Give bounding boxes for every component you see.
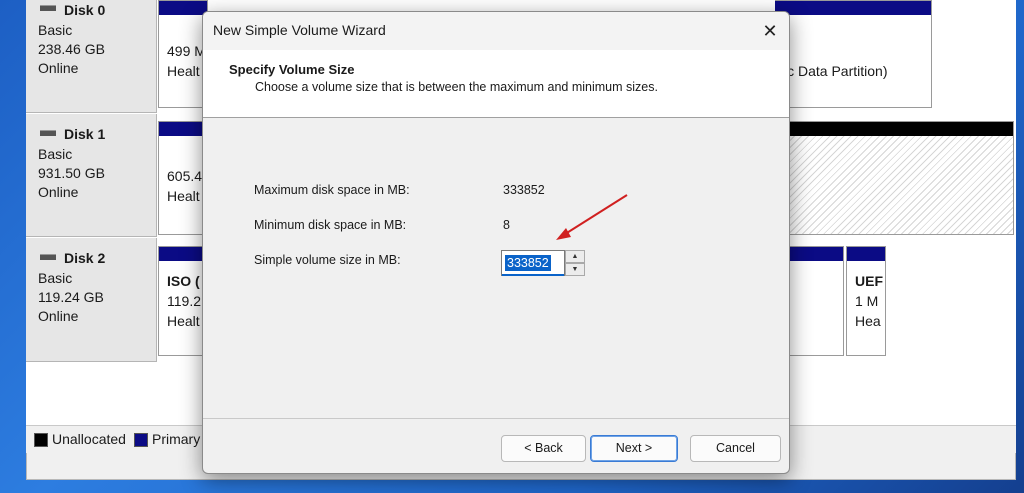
dialog-title-bar[interactable]: New Simple Volume Wizard ✕	[203, 12, 789, 50]
partition-title: UEF	[855, 273, 883, 289]
partition-status: Healt	[167, 313, 200, 329]
disk-name: Disk 0	[64, 2, 106, 18]
min-space-label: Minimum disk space in MB:	[254, 218, 407, 232]
min-space-value: 8	[503, 218, 510, 232]
disk-icon	[40, 130, 56, 136]
disk-icon	[40, 254, 56, 260]
disk-size: 238.46 GB	[38, 41, 105, 57]
disk-type: Basic	[38, 270, 73, 286]
primary-partition-bar	[159, 122, 207, 136]
primary-partition-bar	[788, 247, 843, 261]
partition-status: sic Data Partition)	[777, 63, 888, 79]
legend-unallocated: Unallocated	[52, 431, 126, 447]
spin-down-button[interactable]: ▼	[565, 263, 585, 276]
partition-title: ISO (	[167, 273, 200, 289]
disk-type: Basic	[38, 146, 73, 162]
disk-type: Basic	[38, 22, 73, 38]
partition-size: 1 M	[855, 293, 879, 309]
cancel-button[interactable]: Cancel	[690, 435, 781, 462]
primary-partition-bar	[159, 247, 207, 261]
max-space-value: 333852	[503, 183, 545, 197]
disk-1-partition-1[interactable]: 605.4 Healt	[158, 121, 208, 235]
back-button[interactable]: < Back	[501, 435, 586, 462]
wizard-header: Specify Volume Size Choose a volume size…	[203, 50, 789, 118]
disk-2-partition-2[interactable]	[788, 246, 844, 356]
disk-0-label[interactable]: Disk 0 Basic 238.46 GB Online	[26, 0, 157, 113]
disk-size: 119.24 GB	[38, 289, 104, 305]
disk-status: Online	[38, 308, 79, 324]
disk-status: Online	[38, 184, 79, 200]
page-title: Specify Volume Size	[229, 62, 355, 77]
close-icon[interactable]: ✕	[757, 18, 783, 44]
legend-primary: Primary	[152, 431, 201, 447]
volume-size-value: 333852	[505, 255, 551, 271]
disk-0-partition-3[interactable]: sic Data Partition)	[775, 0, 932, 108]
next-button[interactable]: Next >	[590, 435, 678, 462]
partition-size: 605.4	[167, 168, 203, 184]
disk-2-partition-3[interactable]: UEF 1 M Hea	[846, 246, 886, 356]
new-simple-volume-wizard-dialog: New Simple Volume Wizard ✕ Specify Volum…	[202, 11, 790, 474]
focus-underline	[502, 274, 564, 276]
disk-name: Disk 1	[64, 126, 106, 142]
disk-name: Disk 2	[64, 250, 106, 266]
partition-status: Healt	[167, 188, 200, 204]
primary-partition-bar	[775, 1, 931, 15]
disk-status: Online	[38, 60, 79, 76]
disk-size: 931.50 GB	[38, 165, 105, 181]
spin-up-button[interactable]: ▲	[565, 250, 585, 263]
unallocated-bar	[788, 122, 1013, 136]
volume-size-label: Simple volume size in MB:	[254, 253, 401, 267]
disk-1-unallocated[interactable]	[788, 121, 1014, 235]
primary-swatch	[134, 433, 148, 447]
max-space-label: Maximum disk space in MB:	[254, 183, 410, 197]
disk-icon	[40, 5, 56, 11]
primary-partition-bar	[159, 1, 207, 15]
primary-partition-bar	[847, 247, 885, 261]
disk-2-partition-1[interactable]: ISO ( 119.2 Healt	[158, 246, 208, 356]
footer-divider	[203, 418, 789, 419]
volume-size-input[interactable]: 333852	[501, 250, 565, 276]
page-subtitle: Choose a volume size that is between the…	[255, 80, 658, 94]
disk-2-label[interactable]: Disk 2 Basic 119.24 GB Online	[26, 238, 157, 362]
partition-status: Hea	[855, 313, 881, 329]
dialog-title: New Simple Volume Wizard	[213, 22, 386, 38]
disk-1-label[interactable]: Disk 1 Basic 931.50 GB Online	[26, 114, 157, 237]
partition-size: 119.2	[167, 293, 201, 309]
partition-status: Healt	[167, 63, 200, 79]
disk-0-partition-1[interactable]: 499 M Healt	[158, 0, 208, 108]
unallocated-swatch	[34, 433, 48, 447]
partition-size: 499 M	[167, 43, 206, 59]
